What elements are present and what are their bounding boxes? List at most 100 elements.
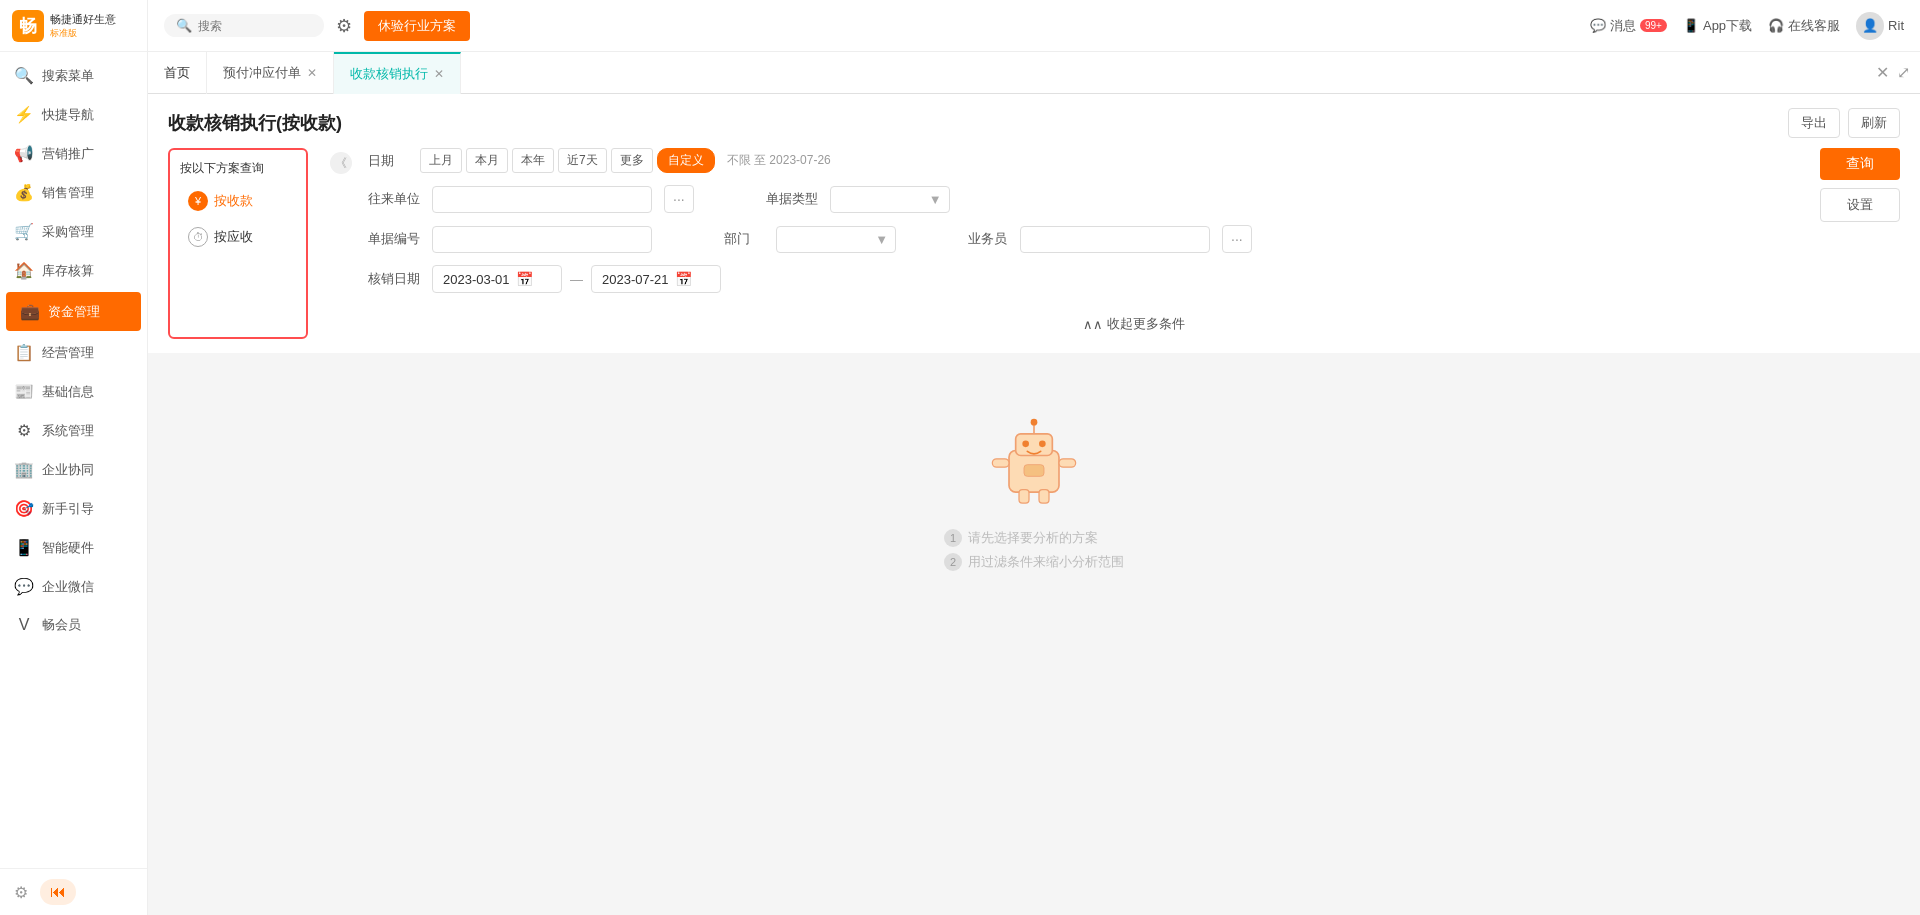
avatar: 👤: [1856, 12, 1884, 40]
sidebar-item-marketing[interactable]: 📢营销推广: [0, 134, 147, 173]
search-btn[interactable]: 查询: [1820, 148, 1900, 180]
logo-text: 畅捷通好生意 标准版: [50, 12, 116, 40]
nav-icon-corp: 🏢: [14, 460, 34, 479]
last-month-btn[interactable]: 上月: [420, 148, 462, 173]
sidebar-item-search[interactable]: 🔍搜索菜单: [0, 56, 147, 95]
online-service-btn[interactable]: 🎧 在线客服: [1768, 17, 1840, 35]
sidebar-item-corp[interactable]: 🏢企业协同: [0, 450, 147, 489]
sidebar-item-hardware[interactable]: 📱智能硬件: [0, 528, 147, 567]
svg-rect-10: [1024, 465, 1044, 477]
nav-label-operations: 经营管理: [42, 344, 94, 362]
app-download-btn[interactable]: 📱 App下载: [1683, 17, 1752, 35]
nav-label-member: 畅会员: [42, 616, 81, 634]
tip2-num: 2: [944, 553, 962, 571]
this-month-btn[interactable]: 本月: [466, 148, 508, 173]
tab-home[interactable]: 首页: [148, 52, 207, 94]
topbar: 🔍 ⚙ 休验行业方案 💬 消息 99+ 📱 App下载 🎧 在线客服 👤 Rit: [148, 0, 1920, 52]
nav-icon-guide: 🎯: [14, 499, 34, 518]
main-area: 🔍 ⚙ 休验行业方案 💬 消息 99+ 📱 App下载 🎧 在线客服 👤 Rit: [148, 0, 1920, 915]
nav-label-shortcut: 快捷导航: [42, 106, 94, 124]
nav-label-guide: 新手引导: [42, 500, 94, 518]
filter-row-counterparty: 往来单位 ··· 单据类型 ▼: [368, 185, 1804, 213]
page-header-actions: 导出 刷新: [1788, 108, 1900, 138]
date-filter-btns: 上月 本月 本年 近7天 更多 自定义: [420, 148, 715, 173]
chevron-up-icon: ∧∧: [1083, 317, 1103, 332]
nav-icon-member: V: [14, 616, 34, 634]
last-7-days-btn[interactable]: 近7天: [558, 148, 607, 173]
doc-no-input[interactable]: [432, 226, 652, 253]
message-icon: 💬: [1590, 18, 1606, 33]
svg-point-2: [1022, 441, 1029, 448]
close-prepay-icon[interactable]: ✕: [307, 66, 317, 80]
close-receipts-icon[interactable]: ✕: [434, 67, 444, 81]
empty-illustration: [984, 413, 1084, 513]
nav-icon-shortcut: ⚡: [14, 105, 34, 124]
nav-label-purchase: 采购管理: [42, 223, 94, 241]
nav-label-finance: 资金管理: [48, 303, 100, 321]
date-separator: —: [570, 272, 583, 287]
page-content: 收款核销执行(按收款) 导出 刷新 按以下方案查询 ¥ 按收款 ⏱: [148, 94, 1920, 915]
by-receipt-label: 按收款: [214, 192, 253, 210]
this-year-btn[interactable]: 本年: [512, 148, 554, 173]
sidebar-item-system[interactable]: ⚙系统管理: [0, 411, 147, 450]
topbar-gear-icon[interactable]: ⚙: [336, 15, 352, 37]
nav-icon-purchase: 🛒: [14, 222, 34, 241]
date-label: 日期: [368, 152, 408, 170]
tip1-text: 请先选择要分析的方案: [968, 529, 1098, 547]
counterparty-more-btn[interactable]: ···: [664, 185, 694, 213]
query-option-by-receivable[interactable]: ⏱ 按应收: [180, 221, 296, 253]
receipts-label: 收款核销执行: [350, 65, 428, 83]
logo-icon: 畅: [12, 10, 44, 42]
empty-tips: 1 请先选择要分析的方案 2 用过滤条件来缩小分析范围: [944, 529, 1124, 577]
employee-input[interactable]: [1020, 226, 1210, 253]
doc-type-select[interactable]: [830, 186, 950, 213]
sidebar-item-finance[interactable]: 💼资金管理: [6, 292, 141, 331]
export-btn[interactable]: 导出: [1788, 108, 1840, 138]
settings-icon[interactable]: ⚙: [14, 883, 28, 902]
more-date-btn[interactable]: 更多: [611, 148, 653, 173]
sidebar-item-operations[interactable]: 📋经营管理: [0, 333, 147, 372]
collapse-sidebar-btn[interactable]: ⏮: [40, 879, 76, 905]
employee-label: 业务员: [968, 230, 1008, 248]
svg-rect-7: [1039, 490, 1049, 503]
tabbar-actions: ✕ ⤢: [1876, 63, 1920, 82]
tab-prepay[interactable]: 预付冲应付单 ✕: [207, 52, 334, 94]
query-option-by-receipt[interactable]: ¥ 按收款: [180, 185, 296, 217]
collapse-more-btn[interactable]: ∧∧ 收起更多条件: [1067, 309, 1201, 339]
sidebar-item-sales[interactable]: 💰销售管理: [0, 173, 147, 212]
user-profile[interactable]: 👤 Rit: [1856, 12, 1904, 40]
dept-select[interactable]: [776, 226, 896, 253]
close-all-icon[interactable]: ✕: [1876, 63, 1889, 82]
employee-more-btn[interactable]: ···: [1222, 225, 1252, 253]
nav-icon-sales: 💰: [14, 183, 34, 202]
date-range-text: 不限 至 2023-07-26: [727, 152, 831, 169]
checkin-end-picker[interactable]: 2023-07-21 📅: [591, 265, 721, 293]
sidebar-item-guide[interactable]: 🎯 新手引导: [0, 489, 147, 528]
tip1-num: 1: [944, 529, 962, 547]
topbar-right: 💬 消息 99+ 📱 App下载 🎧 在线客服 👤 Rit: [1590, 12, 1904, 40]
sidebar-item-shortcut[interactable]: ⚡ 快捷导航: [0, 95, 147, 134]
collapse-panel-btn[interactable]: 《: [330, 152, 352, 174]
message-btn[interactable]: 💬 消息 99+: [1590, 17, 1667, 35]
settings-btn[interactable]: 设置: [1820, 188, 1900, 222]
sidebar-item-inventory[interactable]: 🏠库存核算: [0, 251, 147, 290]
expand-icon[interactable]: ⤢: [1897, 63, 1910, 82]
search-input[interactable]: [198, 19, 298, 33]
sidebar-item-purchase[interactable]: 🛒 采购管理: [0, 212, 147, 251]
checkin-start-picker[interactable]: 2023-03-01 📅: [432, 265, 562, 293]
custom-date-btn[interactable]: 自定义: [657, 148, 715, 173]
prepay-label: 预付冲应付单: [223, 64, 301, 82]
svg-point-3: [1039, 441, 1046, 448]
checkin-date-group: 2023-03-01 📅 — 2023-07-21 📅: [432, 265, 721, 293]
tab-receipts[interactable]: 收款核销执行 ✕: [334, 52, 461, 94]
topbar-search[interactable]: 🔍: [164, 14, 324, 37]
industry-solution-btn[interactable]: 休验行业方案: [364, 11, 470, 41]
refresh-btn[interactable]: 刷新: [1848, 108, 1900, 138]
svg-point-9: [1031, 419, 1038, 426]
sidebar-item-member[interactable]: V 畅会员: [0, 606, 147, 644]
sidebar-item-wechat[interactable]: 💬企业微信: [0, 567, 147, 606]
counterparty-input[interactable]: [432, 186, 652, 213]
checkin-date-label: 核销日期: [368, 270, 420, 288]
sidebar-item-basic[interactable]: 📰基础信息: [0, 372, 147, 411]
empty-state: 1 请先选择要分析的方案 2 用过滤条件来缩小分析范围: [148, 353, 1920, 637]
